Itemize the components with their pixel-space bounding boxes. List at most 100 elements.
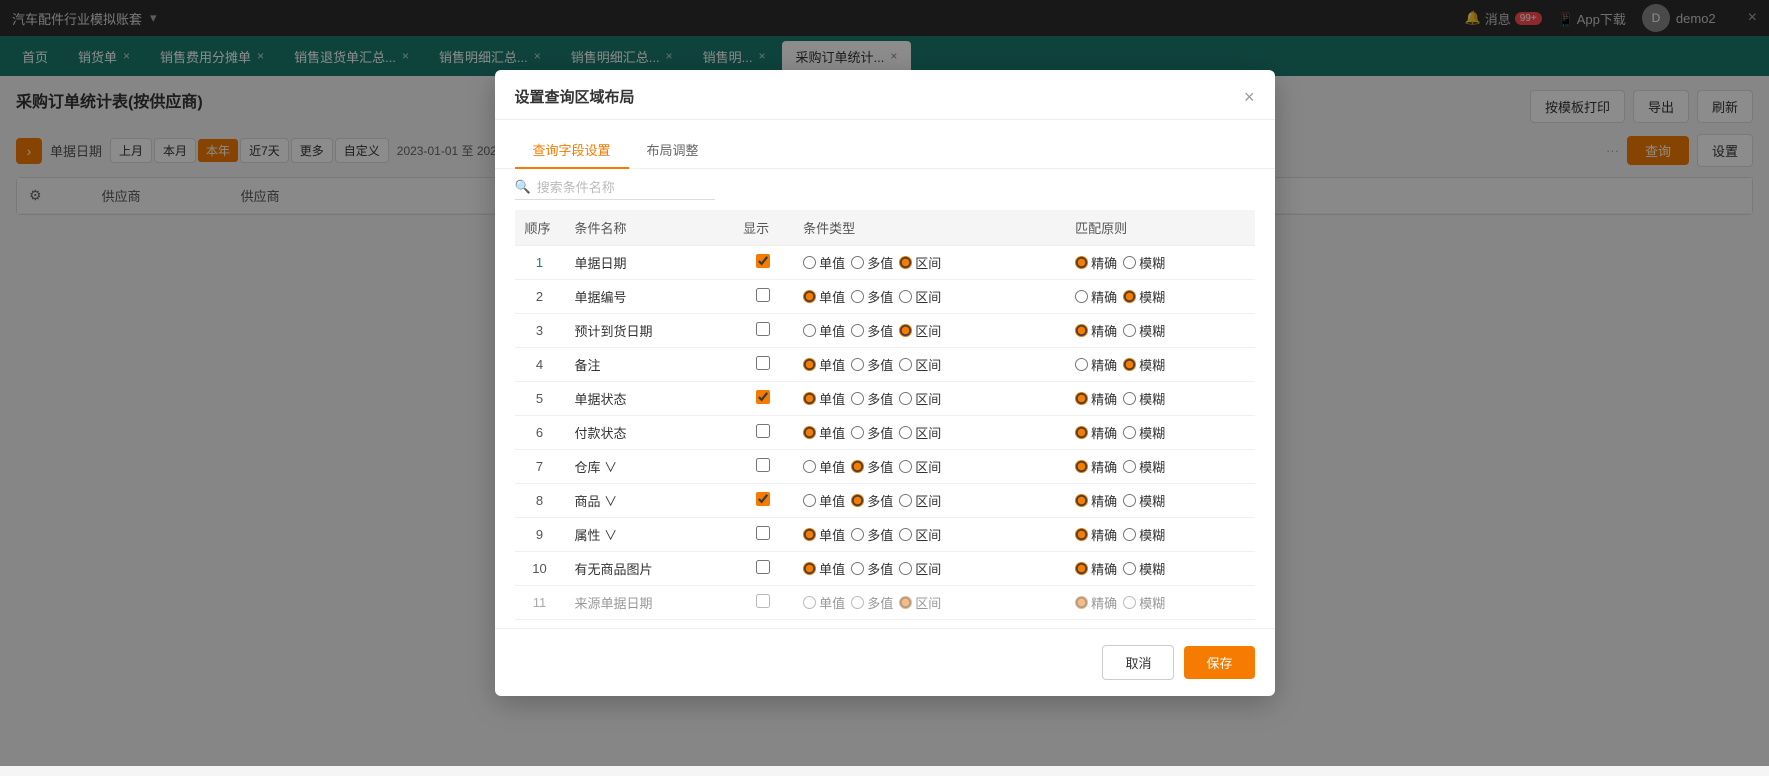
type-radio-item[interactable]: 单值 [803,389,845,408]
row-type[interactable]: 单值多值区间 [793,518,1065,552]
row-display[interactable] [733,348,793,382]
match-radio-item[interactable]: 精确 [1075,253,1117,272]
row-display[interactable] [733,450,793,484]
match-radio-item[interactable]: 精确 [1075,423,1117,442]
row-match[interactable]: 精确模糊 [1065,382,1254,416]
row-type[interactable]: 单值多值区间 [793,348,1065,382]
match-radio-item[interactable]: 模糊 [1123,355,1165,374]
type-radio-item[interactable]: 区间 [899,355,941,374]
display-checkbox[interactable] [756,594,770,608]
type-radio-item[interactable]: 单值 [803,355,845,374]
type-radio-item[interactable]: 单值 [803,491,845,510]
row-display[interactable] [733,518,793,552]
display-checkbox[interactable] [756,424,770,438]
display-checkbox[interactable] [756,458,770,472]
type-radio-item[interactable]: 区间 [899,457,941,476]
type-radio-item[interactable]: 区间 [899,389,941,408]
type-radio-item[interactable]: 区间 [899,559,941,578]
match-radio-item[interactable]: 精确 [1075,559,1117,578]
type-radio-item[interactable]: 多值 [851,559,893,578]
row-match[interactable]: 精确模糊 [1065,280,1254,314]
display-checkbox[interactable] [756,390,770,404]
type-radio-item[interactable]: 区间 [899,525,941,544]
type-radio-item[interactable]: 多值 [851,287,893,306]
type-radio-item[interactable]: 区间 [899,491,941,510]
row-type[interactable]: 单值多值区间 [793,246,1065,280]
match-radio-item[interactable]: 模糊 [1123,559,1165,578]
type-radio-item[interactable]: 多值 [851,423,893,442]
save-button[interactable]: 保存 [1184,646,1254,679]
match-radio-item[interactable]: 精确 [1075,287,1117,306]
type-radio-item[interactable]: 多值 [851,253,893,272]
type-radio-item[interactable]: 多值 [851,457,893,476]
match-radio-item[interactable]: 精确 [1075,593,1117,612]
display-checkbox[interactable] [756,322,770,336]
display-checkbox[interactable] [756,356,770,370]
match-radio-item[interactable]: 模糊 [1123,525,1165,544]
type-radio-item[interactable]: 区间 [899,321,941,340]
type-radio-item[interactable]: 多值 [851,355,893,374]
row-match[interactable]: 精确模糊 [1065,314,1254,348]
match-radio-item[interactable]: 模糊 [1123,457,1165,476]
row-display[interactable] [733,314,793,348]
dialog-tab-fields[interactable]: 查询字段设置 [515,132,629,169]
row-type[interactable]: 单值多值区间 [793,484,1065,518]
cancel-button[interactable]: 取消 [1102,645,1174,680]
match-radio-item[interactable]: 模糊 [1123,389,1165,408]
row-type[interactable]: 单值多值区间 [793,416,1065,450]
type-radio-item[interactable]: 单值 [803,457,845,476]
type-radio-item[interactable]: 单值 [803,593,845,612]
dialog-close-button[interactable]: × [1244,88,1255,106]
match-radio-item[interactable]: 精确 [1075,389,1117,408]
match-radio-item[interactable]: 模糊 [1123,491,1165,510]
match-radio-item[interactable]: 精确 [1075,491,1117,510]
row-type[interactable]: 单值多值区间 [793,314,1065,348]
row-display[interactable] [733,484,793,518]
type-radio-item[interactable]: 单值 [803,559,845,578]
type-radio-item[interactable]: 区间 [899,253,941,272]
row-display[interactable] [733,280,793,314]
type-radio-item[interactable]: 区间 [899,423,941,442]
match-radio-item[interactable]: 精确 [1075,525,1117,544]
row-type[interactable]: 单值多值区间 [793,586,1065,620]
row-type[interactable]: 单值多值区间 [793,552,1065,586]
row-display[interactable] [733,246,793,280]
row-display[interactable] [733,416,793,450]
row-display[interactable] [733,382,793,416]
type-radio-item[interactable]: 多值 [851,491,893,510]
match-radio-item[interactable]: 精确 [1075,457,1117,476]
display-checkbox[interactable] [756,288,770,302]
row-match[interactable]: 精确模糊 [1065,552,1254,586]
type-radio-item[interactable]: 多值 [851,525,893,544]
type-radio-item[interactable]: 区间 [899,287,941,306]
match-radio-item[interactable]: 模糊 [1123,423,1165,442]
row-display[interactable] [733,586,793,620]
dialog-tab-layout[interactable]: 布局调整 [629,132,717,169]
match-radio-item[interactable]: 模糊 [1123,593,1165,612]
row-match[interactable]: 精确模糊 [1065,450,1254,484]
row-match[interactable]: 精确模糊 [1065,416,1254,450]
search-input[interactable] [537,180,697,195]
type-radio-item[interactable]: 单值 [803,287,845,306]
row-type[interactable]: 单值多值区间 [793,382,1065,416]
row-match[interactable]: 精确模糊 [1065,586,1254,620]
type-radio-item[interactable]: 单值 [803,423,845,442]
type-radio-item[interactable]: 单值 [803,525,845,544]
display-checkbox[interactable] [756,526,770,540]
row-match[interactable]: 精确模糊 [1065,484,1254,518]
match-radio-item[interactable]: 精确 [1075,355,1117,374]
type-radio-item[interactable]: 多值 [851,389,893,408]
row-match[interactable]: 精确模糊 [1065,518,1254,552]
type-radio-item[interactable]: 单值 [803,321,845,340]
match-radio-item[interactable]: 模糊 [1123,321,1165,340]
display-checkbox[interactable] [756,492,770,506]
display-checkbox[interactable] [756,254,770,268]
row-match[interactable]: 精确模糊 [1065,348,1254,382]
match-radio-item[interactable]: 精确 [1075,321,1117,340]
type-radio-item[interactable]: 多值 [851,593,893,612]
row-match[interactable]: 精确模糊 [1065,246,1254,280]
row-type[interactable]: 单值多值区间 [793,280,1065,314]
match-radio-item[interactable]: 模糊 [1123,253,1165,272]
match-radio-item[interactable]: 模糊 [1123,287,1165,306]
type-radio-item[interactable]: 多值 [851,321,893,340]
